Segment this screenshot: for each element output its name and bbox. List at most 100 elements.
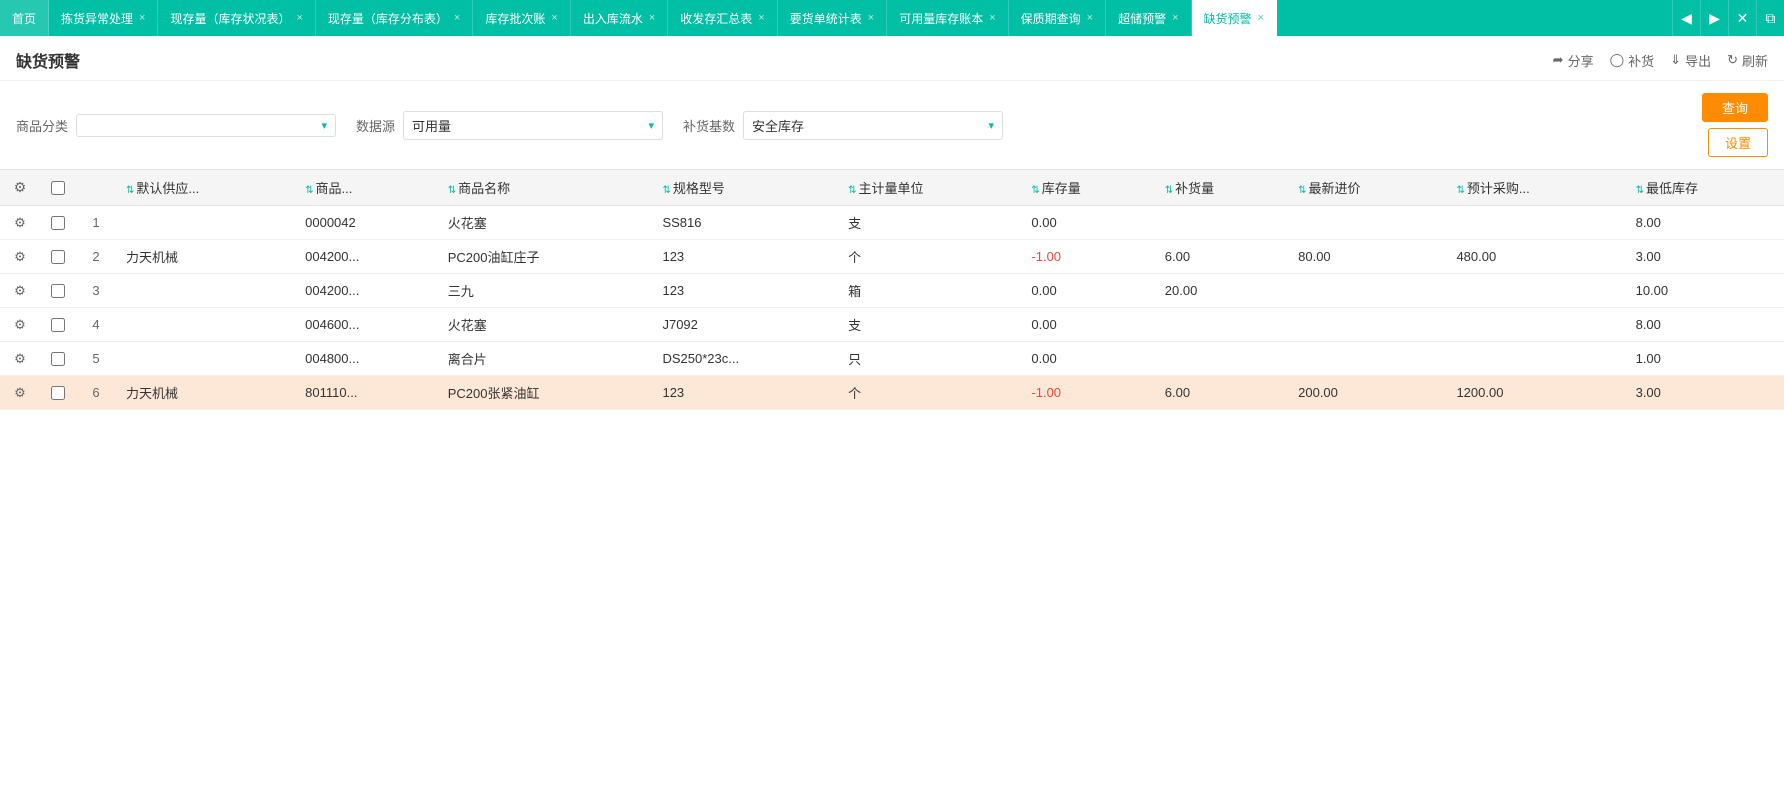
row-checkbox-cell-2[interactable] xyxy=(40,274,76,308)
tab-shortage[interactable]: 缺货预警 × xyxy=(1192,0,1277,36)
tab-home[interactable]: 首页 xyxy=(0,0,49,36)
row-gear-cell-1[interactable]: ⚙ xyxy=(0,240,40,274)
category-label: 商品分类 xyxy=(16,116,68,135)
row-gear-cell-2[interactable]: ⚙ xyxy=(0,274,40,308)
filter-actions-right: 查询 设置 xyxy=(1702,93,1768,157)
col-label-stock: 库存量 xyxy=(1042,181,1081,196)
refresh-label: 刷新 xyxy=(1742,51,1768,70)
settings-button[interactable]: 设置 xyxy=(1708,128,1768,157)
tab-batch-account[interactable]: 库存批次账 × xyxy=(473,0,570,36)
row-checkbox-1[interactable] xyxy=(51,250,65,264)
tab-inventory-dist[interactable]: 现存量（库存分布表） × xyxy=(316,0,473,36)
category-select[interactable]: ▾ xyxy=(76,114,336,137)
tab-abnormal[interactable]: 拣货异常处理 × xyxy=(49,0,158,36)
row-unit-1: 个 xyxy=(838,240,1021,274)
row-product-name-4: 离合片 xyxy=(438,342,653,376)
col-label-spec: 规格型号 xyxy=(673,181,725,196)
col-header-unit[interactable]: ⇅主计量单位 xyxy=(838,170,1021,206)
sort-icon-stock: ⇅ xyxy=(1031,185,1039,196)
share-action[interactable]: ➦ 分享 xyxy=(1553,51,1594,70)
row-latest-price-4 xyxy=(1288,342,1446,376)
row-replenish-5: 6.00 xyxy=(1155,376,1288,410)
row-index-5: 6 xyxy=(76,376,116,410)
row-gear-icon: ⚙ xyxy=(14,283,26,299)
tab-close-expiry-query[interactable]: × xyxy=(1087,12,1093,24)
replenish-action[interactable]: ◯ 补货 xyxy=(1610,51,1655,70)
row-min-stock-0: 8.00 xyxy=(1626,206,1784,240)
row-checkbox-cell-0[interactable] xyxy=(40,206,76,240)
tab-close-button[interactable]: ✕ xyxy=(1728,0,1756,36)
tab-close-available-ledger[interactable]: × xyxy=(989,12,995,24)
tab-overstock[interactable]: 超储预警 × xyxy=(1106,0,1191,36)
select-all-checkbox[interactable] xyxy=(51,181,65,195)
tab-close-shortage[interactable]: × xyxy=(1258,12,1264,24)
tab-close-overstock[interactable]: × xyxy=(1172,12,1178,24)
sort-icon-latest_price: ⇅ xyxy=(1298,185,1306,196)
datasource-select[interactable]: 可用量 ▾ xyxy=(403,111,663,140)
row-checkbox-4[interactable] xyxy=(51,352,65,366)
row-supplier-3 xyxy=(116,308,295,342)
col-header-supplier[interactable]: ⇅默认供应... xyxy=(116,170,295,206)
row-spec-1: 123 xyxy=(652,240,838,274)
col-header-replenish[interactable]: ⇅补货量 xyxy=(1155,170,1288,206)
tab-expiry-query[interactable]: 保质期查询 × xyxy=(1009,0,1106,36)
gear-icon: ⚙ xyxy=(14,179,27,195)
refresh-action[interactable]: ↻ 刷新 xyxy=(1727,51,1768,70)
tab-inventory-status[interactable]: 现存量（库存状况表） × xyxy=(158,0,315,36)
col-header-latest_price[interactable]: ⇅最新进价 xyxy=(1288,170,1446,206)
row-checkbox-3[interactable] xyxy=(51,318,65,332)
tab-receipt-summary[interactable]: 收发存汇总表 × xyxy=(668,0,777,36)
col-header-gear[interactable]: ⚙ xyxy=(0,170,40,206)
data-table: ⚙⇅默认供应...⇅商品...⇅商品名称⇅规格型号⇅主计量单位⇅库存量⇅补货量⇅… xyxy=(0,169,1784,410)
row-gear-cell-5[interactable]: ⚙ xyxy=(0,376,40,410)
tab-available-ledger[interactable]: 可用量库存账本 × xyxy=(887,0,1008,36)
row-checkbox-0[interactable] xyxy=(51,216,65,230)
row-latest-price-1: 80.00 xyxy=(1288,240,1446,274)
row-gear-cell-0[interactable]: ⚙ xyxy=(0,206,40,240)
col-label-latest_price: 最新进价 xyxy=(1309,181,1361,196)
tab-next-button[interactable]: ▶ xyxy=(1700,0,1728,36)
row-checkbox-cell-5[interactable] xyxy=(40,376,76,410)
tab-order-stats[interactable]: 要货单统计表 × xyxy=(778,0,887,36)
tab-close-order-stats[interactable]: × xyxy=(868,12,874,24)
row-supplier-5: 力天机械 xyxy=(116,376,295,410)
share-icon: ➦ xyxy=(1553,52,1564,68)
row-gear-cell-4[interactable]: ⚙ xyxy=(0,342,40,376)
row-index-0: 1 xyxy=(76,206,116,240)
row-gear-cell-3[interactable]: ⚙ xyxy=(0,308,40,342)
row-stock-5: -1.00 xyxy=(1021,376,1154,410)
row-checkbox-cell-3[interactable] xyxy=(40,308,76,342)
filter-bar: 商品分类 ▾ 数据源 可用量 ▾ 补货基数 安全库存 ▾ 查询 设置 xyxy=(0,81,1784,169)
col-header-estimated_purchase[interactable]: ⇅预计采购... xyxy=(1446,170,1625,206)
row-stock-4: 0.00 xyxy=(1021,342,1154,376)
tab-close-inventory-dist[interactable]: × xyxy=(454,12,460,24)
export-action[interactable]: ⇓ 导出 xyxy=(1670,51,1711,70)
tab-close-receipt-summary[interactable]: × xyxy=(758,12,764,24)
tab-bar: 首页拣货异常处理 ×现存量（库存状况表） ×现存量（库存分布表） ×库存批次账 … xyxy=(0,0,1784,36)
replenish-base-select[interactable]: 安全库存 ▾ xyxy=(743,111,1003,140)
col-header-checkbox[interactable] xyxy=(40,170,76,206)
row-gear-icon: ⚙ xyxy=(14,249,26,265)
tab-close-inventory-status[interactable]: × xyxy=(296,12,302,24)
col-label-unit: 主计量单位 xyxy=(858,181,923,196)
row-supplier-0 xyxy=(116,206,295,240)
query-button[interactable]: 查询 xyxy=(1702,93,1768,122)
tab-close-abnormal[interactable]: × xyxy=(139,12,145,24)
tab-close-inout-flow[interactable]: × xyxy=(649,12,655,24)
row-replenish-2: 20.00 xyxy=(1155,274,1288,308)
tab-prev-button[interactable]: ◀ xyxy=(1672,0,1700,36)
col-header-product_code[interactable]: ⇅商品... xyxy=(295,170,438,206)
col-header-stock[interactable]: ⇅库存量 xyxy=(1021,170,1154,206)
tab-close-batch-account[interactable]: × xyxy=(551,12,557,24)
row-product-code-0: 0000042 xyxy=(295,206,438,240)
col-header-min_stock[interactable]: ⇅最低库存 xyxy=(1626,170,1784,206)
row-checkbox-5[interactable] xyxy=(51,386,65,400)
row-checkbox-cell-4[interactable] xyxy=(40,342,76,376)
col-header-spec[interactable]: ⇅规格型号 xyxy=(652,170,838,206)
row-checkbox-2[interactable] xyxy=(51,284,65,298)
row-product-name-2: 三九 xyxy=(438,274,653,308)
tab-inout-flow[interactable]: 出入库流水 × xyxy=(571,0,668,36)
tab-expand-button[interactable]: ⧉ xyxy=(1756,0,1784,36)
row-checkbox-cell-1[interactable] xyxy=(40,240,76,274)
col-header-product_name[interactable]: ⇅商品名称 xyxy=(438,170,653,206)
